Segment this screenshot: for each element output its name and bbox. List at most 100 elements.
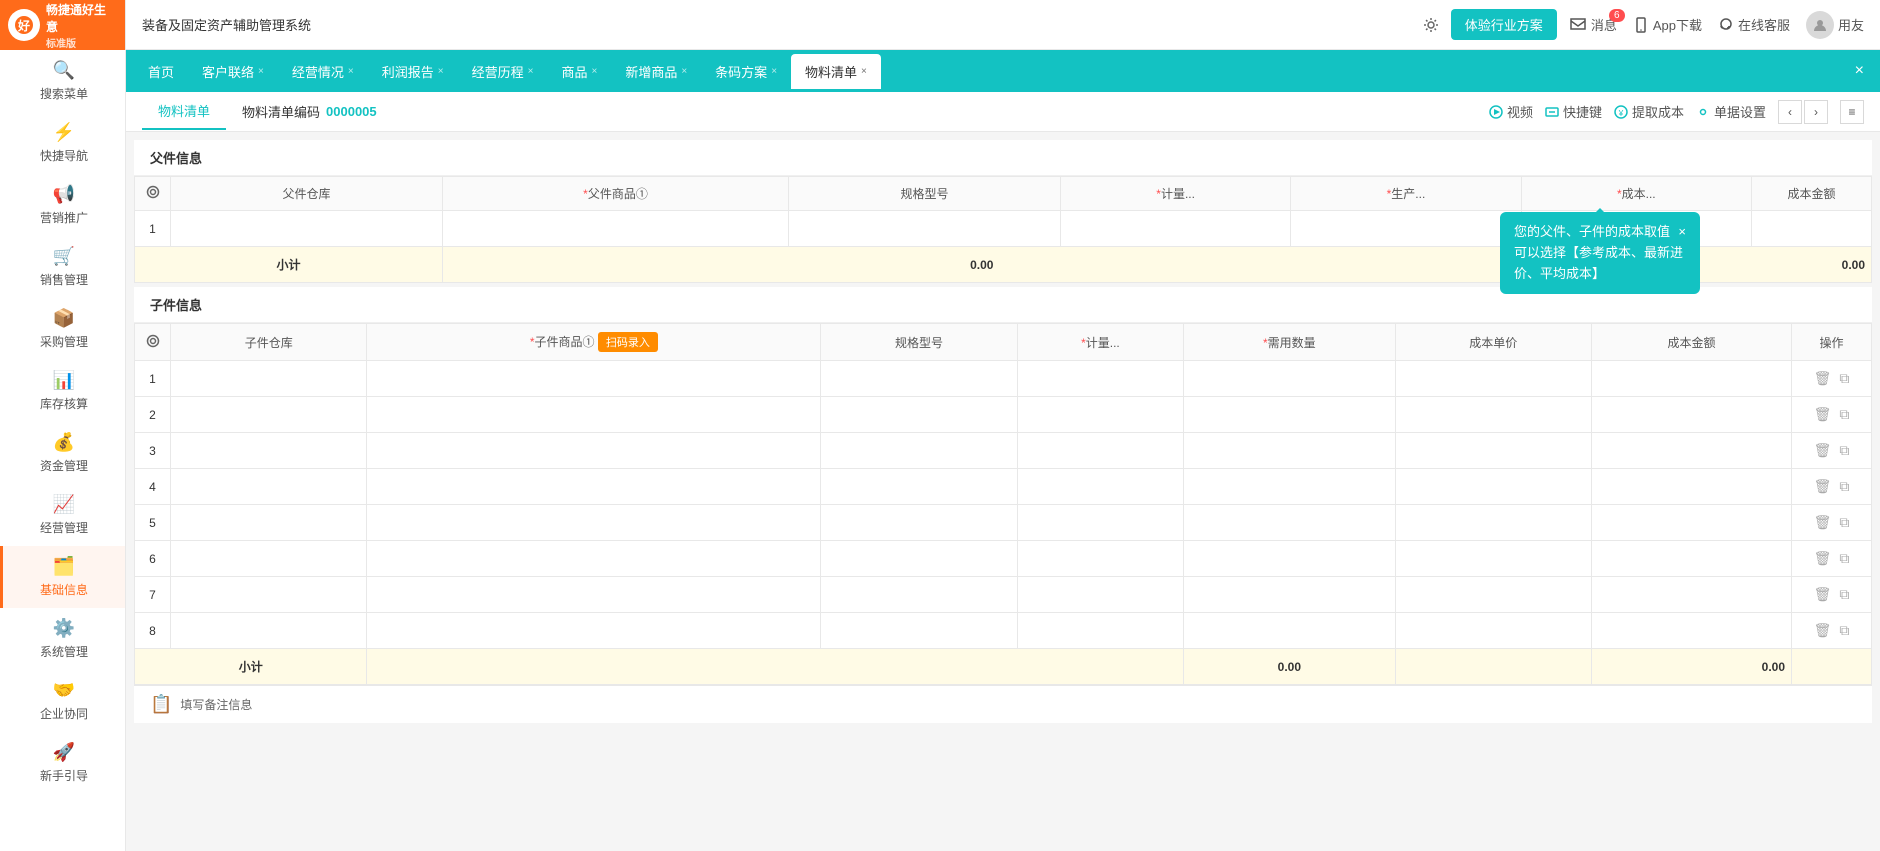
child-req-qty-7[interactable] [1184,577,1395,613]
nav-tab-4[interactable]: 经营历程× [458,54,548,89]
settings-icon[interactable] [1423,17,1439,33]
nav-tab-8[interactable]: 物料清单× [791,54,881,89]
copy-icon-2[interactable]: ⧉ [1839,406,1849,423]
child-spec-4[interactable] [821,469,1017,505]
child-req-qty-1[interactable] [1184,361,1395,397]
nav-tab-close-1[interactable]: × [258,66,264,77]
child-unit-cost-4[interactable] [1395,469,1591,505]
delete-icon-3[interactable]: 🗑 [1814,442,1832,459]
child-warehouse-2[interactable] [171,397,367,433]
child-product-2[interactable] [367,397,821,433]
nav-tab-close-4[interactable]: × [528,66,534,77]
parent-th-settings[interactable] [135,177,171,211]
child-spec-3[interactable] [821,433,1017,469]
child-req-qty-5[interactable] [1184,505,1395,541]
nav-tab-close-8[interactable]: × [861,66,867,77]
child-unit-5[interactable] [1017,505,1183,541]
child-unit-4[interactable] [1017,469,1183,505]
delete-icon-6[interactable]: 🗑 [1814,550,1832,567]
sub-tab-list[interactable]: 物料清单 [142,93,226,130]
child-req-qty-8[interactable] [1184,613,1395,649]
sidebar-item-1[interactable]: ⚡快捷导航 [0,112,125,174]
nav-tab-7[interactable]: 条码方案× [701,54,791,89]
child-spec-5[interactable] [821,505,1017,541]
child-product-7[interactable] [367,577,821,613]
sidebar-item-2[interactable]: 📢营销推广 [0,174,125,236]
trial-button[interactable]: 体验行业方案 [1451,9,1557,40]
child-warehouse-1[interactable] [171,361,367,397]
child-product-5[interactable] [367,505,821,541]
child-unit-cost-6[interactable] [1395,541,1591,577]
child-spec-1[interactable] [821,361,1017,397]
copy-icon-5[interactable]: ⧉ [1839,514,1849,531]
child-unit-2[interactable] [1017,397,1183,433]
child-warehouse-8[interactable] [171,613,367,649]
nav-tab-close-3[interactable]: × [438,66,444,77]
sidebar-item-3[interactable]: 🛒销售管理 [0,236,125,298]
message-icon-item[interactable]: 消息 6 [1569,15,1617,34]
next-btn[interactable]: › [1804,100,1828,124]
delete-icon-2[interactable]: 🗑 [1814,406,1832,423]
child-unit-cost-2[interactable] [1395,397,1591,433]
child-warehouse-6[interactable] [171,541,367,577]
scan-input-btn[interactable]: 扫码录入 [598,332,658,352]
app-download-item[interactable]: App下载 [1633,15,1702,34]
parent-unit-cell[interactable] [1060,211,1290,247]
nav-tab-close-7[interactable]: × [771,66,777,77]
child-unit-cost-1[interactable] [1395,361,1591,397]
delete-icon-1[interactable]: 🗑 [1814,370,1832,387]
sidebar-item-4[interactable]: 📦采购管理 [0,298,125,360]
child-product-6[interactable] [367,541,821,577]
sidebar-item-7[interactable]: 📈经营管理 [0,484,125,546]
delete-icon-7[interactable]: 🗑 [1814,586,1832,603]
user-avatar-item[interactable]: 用友 [1806,11,1864,39]
sidebar-item-11[interactable]: 🚀新手引导 [0,732,125,794]
sidebar-item-8[interactable]: 🗂️基础信息 [0,546,125,608]
sidebar-item-9[interactable]: ⚙️系统管理 [0,608,125,670]
child-product-8[interactable] [367,613,821,649]
child-warehouse-5[interactable] [171,505,367,541]
child-product-4[interactable] [367,469,821,505]
child-unit-3[interactable] [1017,433,1183,469]
child-unit-cost-7[interactable] [1395,577,1591,613]
nav-tab-0[interactable]: 首页 [134,54,188,89]
copy-icon-7[interactable]: ⧉ [1839,586,1849,603]
shortcut-btn[interactable]: 快捷键 [1545,102,1602,121]
copy-icon-3[interactable]: ⧉ [1839,442,1849,459]
copy-icon-4[interactable]: ⧉ [1839,478,1849,495]
child-req-qty-4[interactable] [1184,469,1395,505]
child-th-settings[interactable] [135,324,171,361]
sidebar-item-6[interactable]: 💰资金管理 [0,422,125,484]
child-unit-8[interactable] [1017,613,1183,649]
child-unit-6[interactable] [1017,541,1183,577]
copy-icon-1[interactable]: ⧉ [1839,370,1849,387]
child-unit-cost-3[interactable] [1395,433,1591,469]
sidebar-item-0[interactable]: 🔍搜索菜单 [0,50,125,112]
parent-product-cell[interactable] [442,211,788,247]
child-spec-7[interactable] [821,577,1017,613]
child-req-qty-6[interactable] [1184,541,1395,577]
video-btn[interactable]: 视频 [1489,102,1533,121]
delete-icon-5[interactable]: 🗑 [1814,514,1832,531]
child-req-qty-2[interactable] [1184,397,1395,433]
extract-cost-btn[interactable]: ¥ 提取成本 [1614,102,1684,121]
nav-tab-1[interactable]: 客户联络× [188,54,278,89]
child-req-qty-3[interactable] [1184,433,1395,469]
nav-tab-2[interactable]: 经营情况× [278,54,368,89]
parent-spec-cell[interactable] [789,211,1061,247]
nav-tab-close-6[interactable]: × [681,66,687,77]
child-product-3[interactable] [367,433,821,469]
nav-tab-close-2[interactable]: × [348,66,354,77]
single-settings-btn[interactable]: 单据设置 [1696,102,1766,121]
child-warehouse-4[interactable] [171,469,367,505]
child-spec-8[interactable] [821,613,1017,649]
sidebar-item-5[interactable]: 📊库存核算 [0,360,125,422]
grid-view-btn[interactable]: ≡ [1840,100,1864,124]
nav-tab-close-5[interactable]: × [591,66,597,77]
parent-production-cell[interactable] [1291,211,1521,247]
sidebar-item-10[interactable]: 🤝企业协同 [0,670,125,732]
child-warehouse-7[interactable] [171,577,367,613]
note-label[interactable]: 填写备注信息 [180,696,252,713]
close-all-icon[interactable]: × [1847,62,1872,80]
parent-warehouse-cell[interactable] [171,211,443,247]
